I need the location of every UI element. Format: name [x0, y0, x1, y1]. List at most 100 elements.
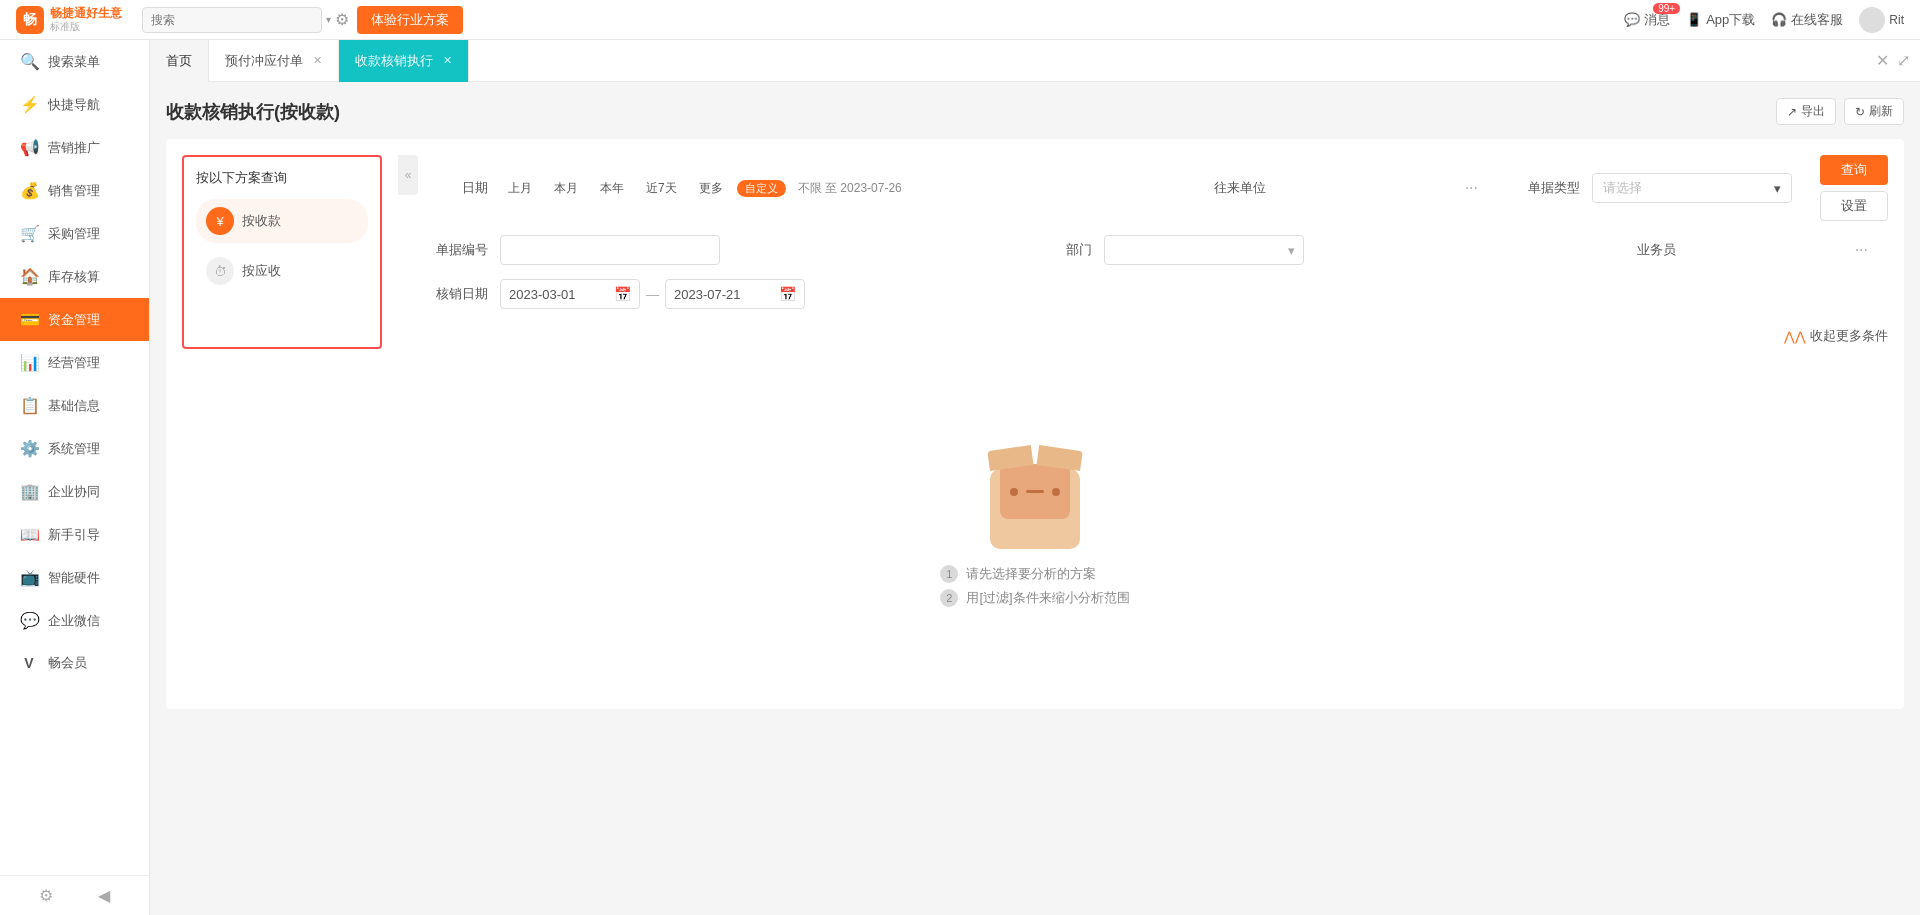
calendar-from-icon[interactable]: 📅: [614, 286, 631, 302]
counterpart-dots[interactable]: ···: [1278, 179, 1498, 197]
sidebar-label: 企业协同: [48, 483, 100, 501]
industry-button[interactable]: 体验行业方案: [357, 6, 463, 34]
collapse-sidebar-icon[interactable]: ◀: [98, 886, 110, 905]
collapse-more-label: 收起更多条件: [1810, 327, 1888, 345]
date-tabs: 上月 本月 本年 近7天 更多 自定义: [500, 178, 786, 199]
tab-bar: 首页 预付冲应付单 ✕ 收款核销执行 ✕ ✕ ⤢: [150, 40, 1920, 82]
content-area: 首页 预付冲应付单 ✕ 收款核销执行 ✕ ✕ ⤢ 收款核销执行(按收款): [150, 40, 1920, 915]
staff-dots[interactable]: ···: [1688, 241, 1888, 259]
sidebar-item-finance[interactable]: 💳 资金管理: [0, 298, 149, 341]
export-icon: ↗: [1787, 105, 1797, 119]
collapse-left-panel[interactable]: «: [398, 155, 418, 195]
receivable-option-icon: ⏱: [206, 257, 234, 285]
expand-tab-icon[interactable]: ⤢: [1897, 51, 1910, 70]
sidebar-label: 快捷导航: [48, 96, 100, 114]
filter-by-receipt[interactable]: ¥ 按收款: [196, 199, 368, 243]
dept-arrow-icon: ▾: [1280, 243, 1303, 258]
service-label: 在线客服: [1791, 11, 1843, 29]
gear-icon[interactable]: ⚙: [335, 10, 349, 29]
illus-eye-left: [1010, 488, 1018, 496]
message-button[interactable]: 💬 消息 99+: [1624, 11, 1670, 29]
writeoff-date-to[interactable]: 2023-07-21 📅: [665, 279, 805, 309]
message-icon: 💬: [1624, 12, 1640, 27]
sidebar-item-member[interactable]: V 畅会员: [0, 642, 149, 684]
close-tab-icon[interactable]: ✕: [1876, 51, 1889, 70]
settings-button[interactable]: 设置: [1820, 191, 1888, 221]
date-tab-this-month[interactable]: 本月: [546, 178, 586, 199]
filter-row-2: 单据编号 部门 ▾ 业务员 ···: [418, 235, 1888, 265]
search-input[interactable]: [142, 7, 322, 33]
illus-box-face: [1000, 464, 1070, 519]
refresh-button[interactable]: ↻ 刷新: [1844, 98, 1904, 125]
date-tab-more[interactable]: 更多: [691, 178, 731, 199]
sidebar-item-enterprise[interactable]: 🏢 企业协同: [0, 470, 149, 513]
sidebar-label: 资金管理: [48, 311, 100, 329]
tab-prepay-close[interactable]: ✕: [313, 54, 322, 67]
empty-illustration: [965, 429, 1105, 549]
left-filter-panel: 按以下方案查询 ¥ 按收款 ⏱ 按应收: [182, 155, 382, 349]
hint-num-1: 1: [940, 565, 958, 583]
filter-by-receivable[interactable]: ⏱ 按应收: [196, 249, 368, 293]
smart-hw-icon: 📺: [20, 568, 38, 587]
date-tab-7days[interactable]: 近7天: [638, 178, 685, 199]
doc-type-select[interactable]: 请选择 ▾: [1592, 173, 1792, 203]
tab-receipt-close[interactable]: ✕: [443, 54, 452, 67]
tab-home-label: 首页: [166, 52, 192, 70]
dept-select[interactable]: ▾: [1104, 235, 1304, 265]
online-service-button[interactable]: 🎧 在线客服: [1771, 11, 1843, 29]
brand-name: 畅捷通好生意: [50, 6, 122, 20]
empty-hint-1: 1 请先选择要分析的方案: [940, 565, 1129, 583]
main-layout: 🔍 搜索菜单 ⚡ 快捷导航 📢 营销推广 💰 销售管理 🛒 采购管理 🏠 库存核…: [0, 40, 1920, 915]
custom-date-badge[interactable]: 自定义: [737, 180, 786, 197]
sidebar-item-inventory[interactable]: 🏠 库存核算: [0, 255, 149, 298]
tab-prepay[interactable]: 预付冲应付单 ✕: [209, 40, 339, 82]
tab-home[interactable]: 首页: [150, 40, 209, 82]
sidebar-item-marketing[interactable]: 📢 营销推广: [0, 126, 149, 169]
tab-receipt[interactable]: 收款核销执行 ✕: [339, 40, 469, 82]
refresh-label: 刷新: [1869, 103, 1893, 120]
writeoff-date-from[interactable]: 2023-03-01 📅: [500, 279, 640, 309]
top-bar-left: 畅 畅捷通好生意 标准版 ▾ ⚙ 体验行业方案: [16, 6, 1624, 34]
sidebar-item-smart-hw[interactable]: 📺 智能硬件: [0, 556, 149, 599]
sidebar-item-system[interactable]: ⚙️ 系统管理: [0, 427, 149, 470]
sidebar-item-sales[interactable]: 💰 销售管理: [0, 169, 149, 212]
sidebar-item-wechat[interactable]: 💬 企业微信: [0, 599, 149, 642]
sidebar-label: 基础信息: [48, 397, 100, 415]
settings-bottom-icon[interactable]: ⚙: [39, 886, 53, 905]
page-title: 收款核销执行(按收款): [166, 100, 340, 124]
app-icon: 📱: [1686, 12, 1702, 27]
sidebar-item-business[interactable]: 📊 经营管理: [0, 341, 149, 384]
date-tab-this-year[interactable]: 本年: [592, 178, 632, 199]
top-bar-right: 💬 消息 99+ 📱 App下载 🎧 在线客服 Rit: [1624, 7, 1904, 33]
filter-row-1: 日期 上月 本月 本年 近7天 更多 自定义 不限 至 2023-07-26: [418, 155, 1888, 221]
writeoff-to-text: 2023-07-21: [674, 287, 741, 302]
receipt-option-icon: ¥: [206, 207, 234, 235]
sidebar-bottom: ⚙ ◀: [0, 875, 149, 915]
sidebar-item-quick-nav[interactable]: ⚡ 快捷导航: [0, 83, 149, 126]
collapse-more-btn[interactable]: ⋀⋀ 收起更多条件: [418, 323, 1888, 349]
app-download-button[interactable]: 📱 App下载: [1686, 11, 1755, 29]
message-badge: 99+: [1653, 3, 1680, 14]
sidebar-item-purchase[interactable]: 🛒 采购管理: [0, 212, 149, 255]
page-header: 收款核销执行(按收款) ↗ 导出 ↻ 刷新: [166, 98, 1904, 125]
calendar-to-icon[interactable]: 📅: [779, 286, 796, 302]
member-icon: V: [20, 655, 38, 671]
sidebar-item-guide[interactable]: 📖 新手引导: [0, 513, 149, 556]
export-button[interactable]: ↗ 导出: [1776, 98, 1836, 125]
date-label: 日期: [418, 179, 488, 197]
filter-layout: 按以下方案查询 ¥ 按收款 ⏱ 按应收 «: [182, 155, 1888, 349]
sidebar-item-basic[interactable]: 📋 基础信息: [0, 384, 149, 427]
tab-receipt-label: 收款核销执行: [355, 52, 433, 70]
doc-no-input[interactable]: [500, 235, 720, 265]
sidebar-label: 库存核算: [48, 268, 100, 286]
date-tab-last-month[interactable]: 上月: [500, 178, 540, 199]
query-button[interactable]: 查询: [1820, 155, 1888, 185]
sidebar-label: 采购管理: [48, 225, 100, 243]
user-profile[interactable]: Rit: [1859, 7, 1904, 33]
empty-hint-2: 2 用[过滤]条件来缩小分析范围: [940, 589, 1129, 607]
illus-flap-right: [1036, 445, 1082, 471]
left-filter-title: 按以下方案查询: [196, 169, 368, 187]
sidebar-item-search-menu[interactable]: 🔍 搜索菜单: [0, 40, 149, 83]
receipt-option-label: 按收款: [242, 212, 281, 230]
date-range-separator: —: [646, 287, 659, 302]
